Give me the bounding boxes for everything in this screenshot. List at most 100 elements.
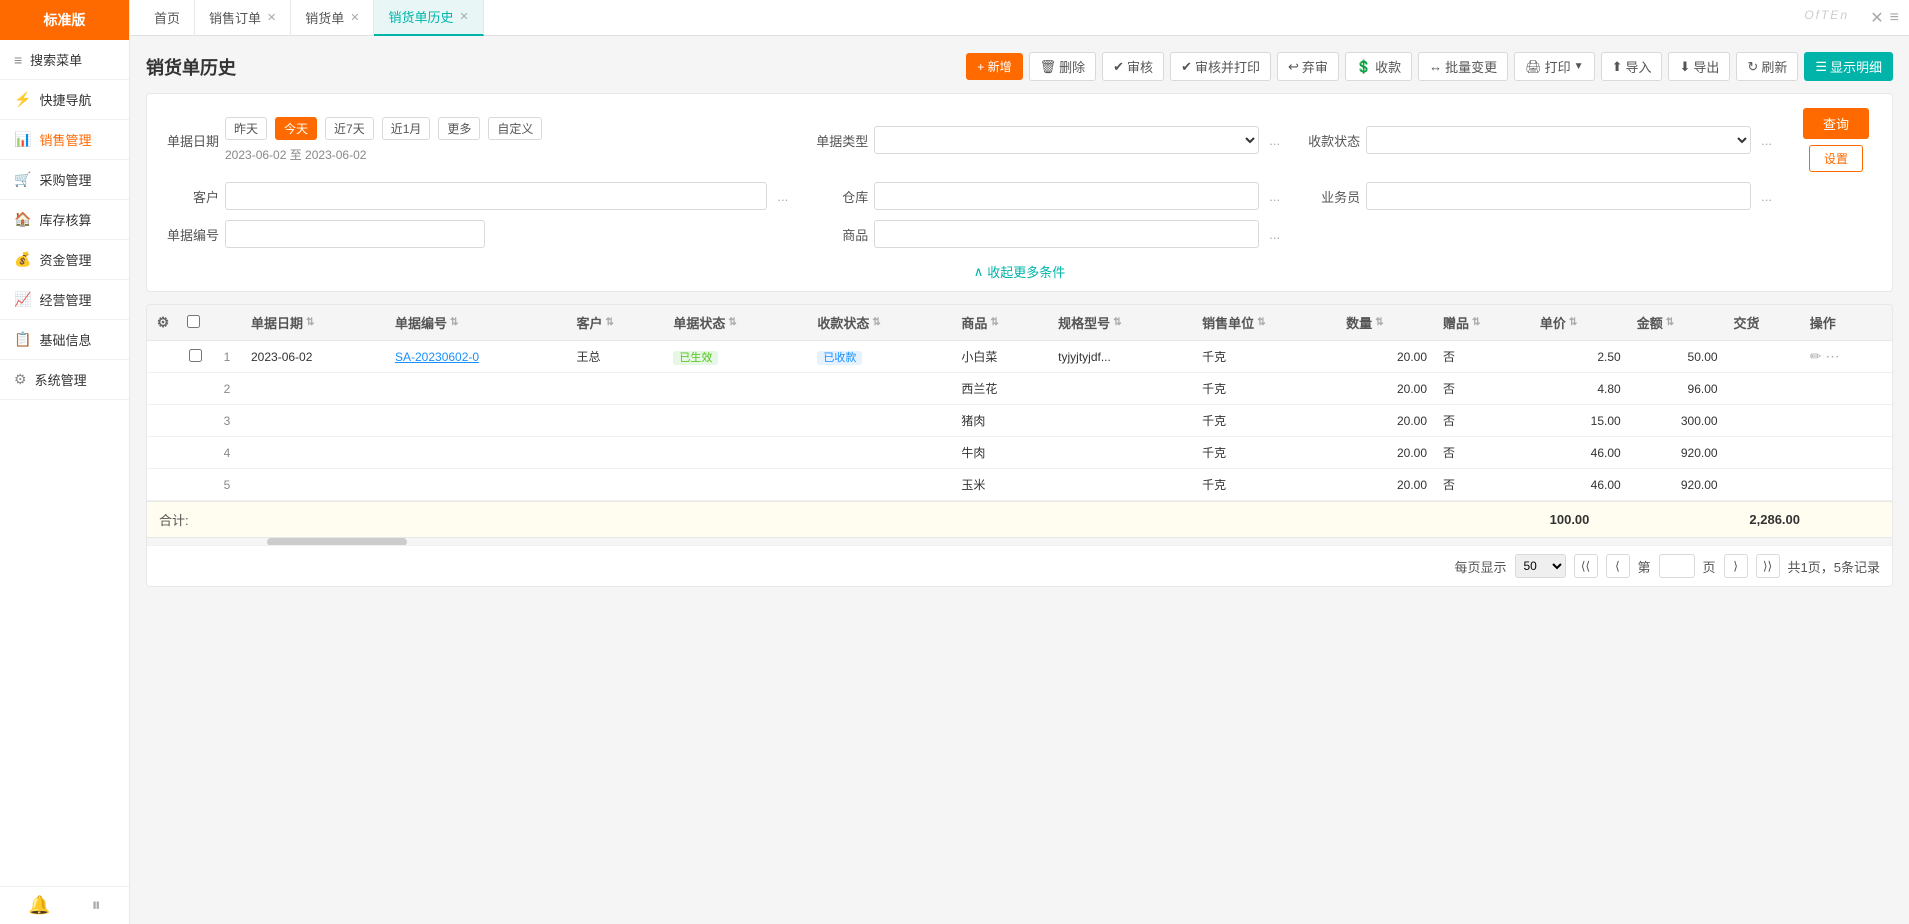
edit-icon[interactable]: ✏: [1810, 348, 1822, 364]
sidebar-item-system[interactable]: ⚙ 系统管理: [0, 360, 129, 400]
tab-sales-history[interactable]: 销货单历史 ✕: [374, 0, 483, 36]
th-settings[interactable]: ⚙: [147, 305, 179, 341]
sales-person-ellipsis[interactable]: ...: [1757, 189, 1776, 204]
set-button[interactable]: 设置: [1809, 145, 1863, 172]
pay-status-select[interactable]: [1366, 126, 1751, 154]
row-checkbox[interactable]: [189, 349, 202, 362]
sidebar-item-operation[interactable]: 📈 经营管理: [0, 280, 129, 320]
table-footer: 合计: 100.00 2,286.00: [147, 501, 1892, 537]
th-customer[interactable]: 客户⇅: [568, 305, 665, 341]
customer-ellipsis[interactable]: ...: [773, 189, 792, 204]
warehouse-input[interactable]: [874, 182, 1259, 210]
tab-sales-order-close[interactable]: ✕: [267, 11, 276, 24]
filter-more-toggle[interactable]: ∧ 收起更多条件: [163, 258, 1876, 283]
page-prev-btn[interactable]: ⟨: [1606, 554, 1630, 578]
th-order-no[interactable]: 单据编号⇅: [387, 305, 568, 341]
doc-type-select[interactable]: [874, 126, 1259, 154]
footer-label: 合计:: [159, 510, 189, 529]
sidebar-item-finance[interactable]: 💰 资金管理: [0, 240, 129, 280]
sidebar-item-search-menu[interactable]: ≡ 搜索菜单: [0, 40, 129, 80]
customer-sort-icon: ⇅: [606, 317, 614, 328]
order-no-link[interactable]: SA-20230602-0: [395, 350, 479, 364]
page-first-btn[interactable]: ⟨⟨: [1574, 554, 1598, 578]
refresh-icon: ↻: [1747, 59, 1758, 75]
notification-icon[interactable]: 🔔: [28, 895, 50, 916]
sidebar-item-inventory[interactable]: 🏠 库存核算: [0, 200, 129, 240]
sales-person-input[interactable]: [1366, 182, 1751, 210]
customer-input[interactable]: [225, 182, 767, 210]
new-button[interactable]: + 新增: [966, 53, 1022, 80]
export-icon: ⬇: [1679, 59, 1690, 75]
delete-button[interactable]: 🗑 删除: [1029, 52, 1097, 81]
more-icon[interactable]: ⋯: [1825, 348, 1839, 364]
sidebar-item-sales[interactable]: 📊 销售管理: [0, 120, 129, 160]
filter-warehouse: 仓库 ...: [812, 182, 1284, 210]
cell-unit: 千克: [1194, 373, 1338, 405]
sidebar-item-quick-nav[interactable]: ⚡ 快捷导航: [0, 80, 129, 120]
print-button[interactable]: 🖨 打印 ▼: [1514, 52, 1594, 81]
order-no-input[interactable]: [225, 220, 485, 248]
sidebar-item-purchase[interactable]: 🛒 采购管理: [0, 160, 129, 200]
pay-status-ellipsis[interactable]: ...: [1757, 133, 1776, 148]
date-more[interactable]: 更多: [438, 117, 480, 140]
show-details-icon: ☰: [1815, 59, 1827, 75]
th-goods[interactable]: 商品⇅: [953, 305, 1050, 341]
goods-input[interactable]: [874, 220, 1259, 248]
select-all-checkbox[interactable]: [187, 315, 200, 328]
show-details-button[interactable]: ☰ 显示明细: [1804, 52, 1893, 81]
query-button[interactable]: 查询: [1803, 108, 1869, 139]
import-button[interactable]: ⬆ 导入: [1601, 52, 1663, 81]
column-settings-icon[interactable]: ⚙: [157, 314, 170, 330]
date-1month[interactable]: 近1月: [382, 117, 431, 140]
goods-ellipsis[interactable]: ...: [1265, 227, 1284, 242]
export-button[interactable]: ⬇ 导出: [1668, 52, 1730, 81]
import-icon: ⬆: [1612, 59, 1623, 75]
batch-change-button[interactable]: ↔ 批量变更: [1418, 52, 1508, 81]
th-spec[interactable]: 规格型号⇅: [1050, 305, 1194, 341]
th-unit[interactable]: 销售单位⇅: [1194, 305, 1338, 341]
cell-amount: 920.00: [1629, 437, 1726, 469]
cell-doc-status: [665, 405, 809, 437]
page-last-btn[interactable]: ⟩⟩: [1756, 554, 1780, 578]
date-yesterday[interactable]: 昨天: [225, 117, 267, 140]
date-today[interactable]: 今天: [275, 117, 317, 140]
cell-price: 46.00: [1532, 437, 1629, 469]
table-header-row: ⚙ 单据日期⇅ 单据编号⇅ 客户⇅: [147, 305, 1892, 341]
pause-icon[interactable]: ⏸: [92, 895, 101, 916]
warehouse-ellipsis[interactable]: ...: [1265, 189, 1284, 204]
tab-sales-order[interactable]: 销售订单 ✕: [195, 0, 291, 36]
th-gift[interactable]: 赠品⇅: [1435, 305, 1532, 341]
th-pay-status[interactable]: 收款状态⇅: [809, 305, 953, 341]
pay-status-sort-icon: ⇅: [872, 317, 880, 328]
tab-home[interactable]: 首页: [140, 0, 195, 36]
date-7days[interactable]: 近7天: [325, 117, 374, 140]
tab-sales-delivery[interactable]: 销货单 ✕: [291, 0, 374, 36]
audit-print-button[interactable]: ✔ 审核并打印: [1170, 52, 1271, 81]
abandon-button[interactable]: ↩ 弃审: [1277, 52, 1339, 81]
audit-button[interactable]: ✔ 审核: [1102, 52, 1164, 81]
tab-sales-delivery-close[interactable]: ✕: [350, 11, 359, 24]
collect-button[interactable]: 💲 收款: [1345, 52, 1412, 81]
cell-qty: 20.00: [1338, 405, 1435, 437]
refresh-button[interactable]: ↻ 刷新: [1736, 52, 1798, 81]
sidebar-item-basic[interactable]: 📋 基础信息: [0, 320, 129, 360]
th-date[interactable]: 单据日期⇅: [243, 305, 387, 341]
page-title: 销货单历史: [146, 54, 236, 80]
th-amount[interactable]: 金额⇅: [1629, 305, 1726, 341]
cell-row-num: 2: [211, 373, 243, 405]
page-size-select[interactable]: 50 100 200: [1515, 554, 1566, 578]
scroll-track[interactable]: [147, 537, 1892, 545]
tab-sales-history-close[interactable]: ✕: [460, 10, 469, 23]
th-qty[interactable]: 数量⇅: [1338, 305, 1435, 341]
doc-type-ellipsis[interactable]: ...: [1265, 133, 1284, 148]
page-next-btn[interactable]: ⟩: [1724, 554, 1748, 578]
date-custom[interactable]: 自定义: [488, 117, 542, 140]
th-row-num: [211, 305, 243, 341]
th-doc-status[interactable]: 单据状态⇅: [665, 305, 809, 341]
th-delivery[interactable]: 交货: [1726, 305, 1802, 341]
tab-bar-close-icon[interactable]: ✕: [1870, 8, 1883, 28]
tab-bar-more-icon[interactable]: ≡: [1890, 9, 1899, 27]
spec-sort-icon: ⇅: [1113, 317, 1121, 328]
page-input[interactable]: 1: [1659, 554, 1695, 578]
th-price[interactable]: 单价⇅: [1532, 305, 1629, 341]
